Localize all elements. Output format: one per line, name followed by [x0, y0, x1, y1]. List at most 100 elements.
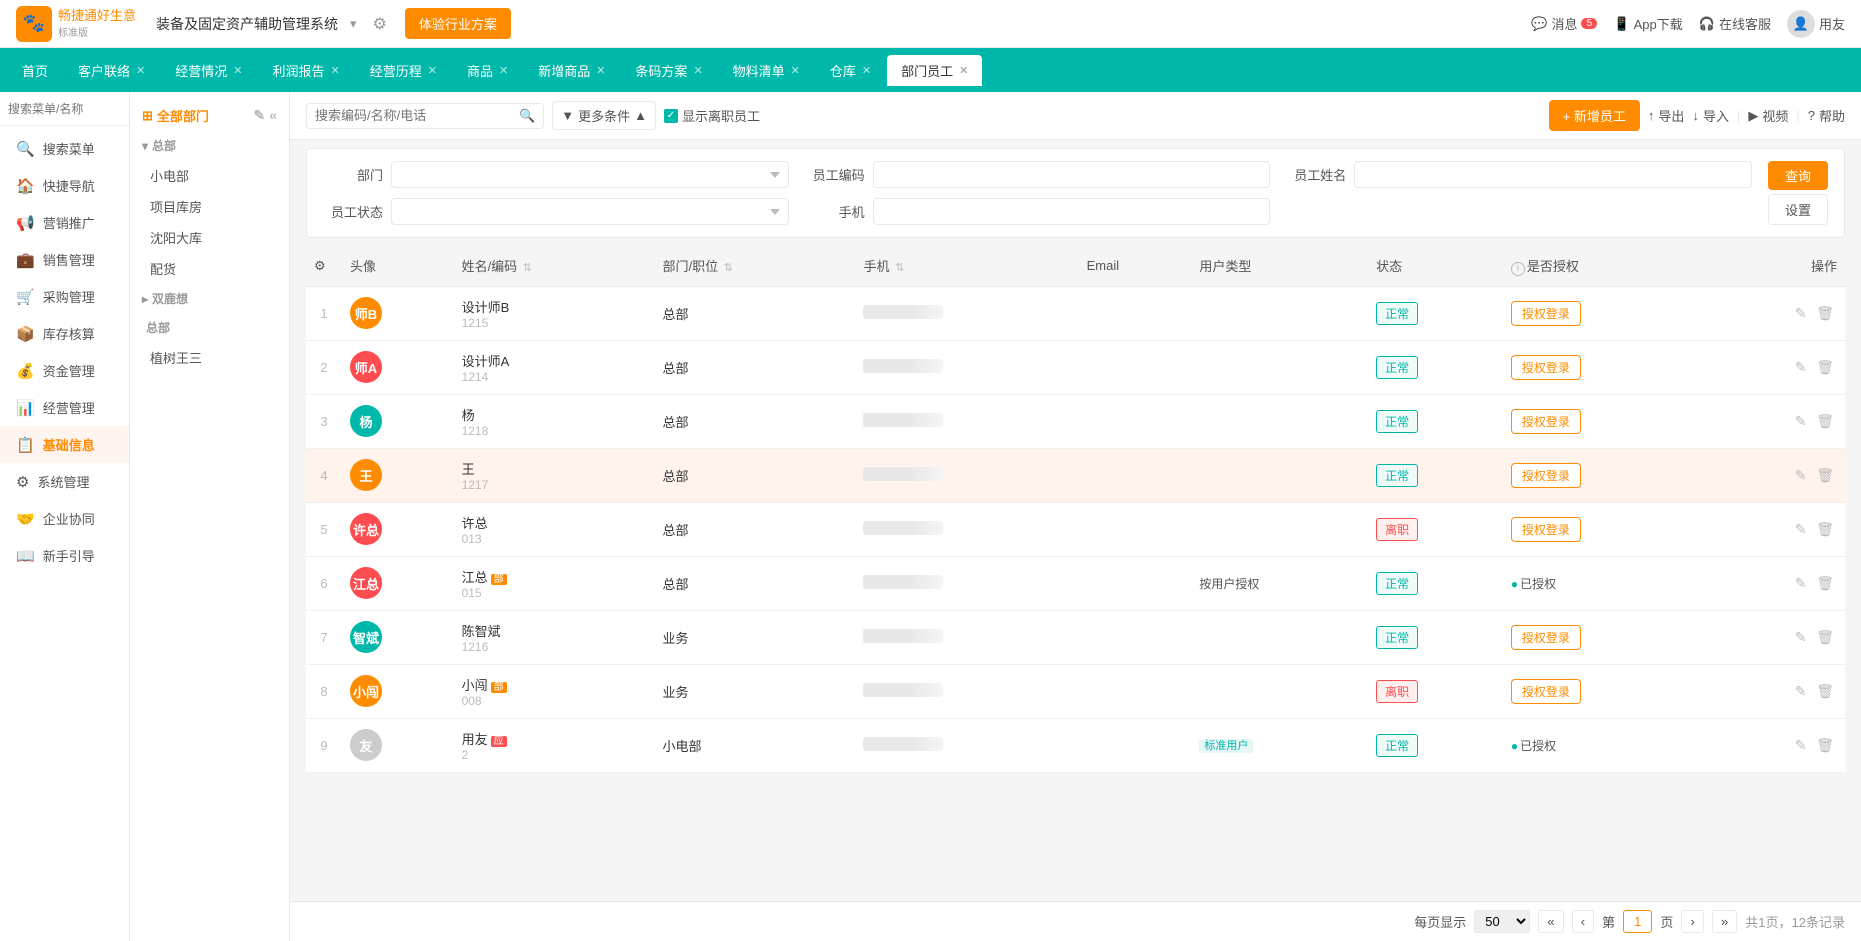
sort-dept-icon[interactable]: ⇅ — [724, 262, 733, 274]
auth-login-button[interactable]: 授权登录 — [1511, 409, 1581, 434]
sort-phone-icon[interactable]: ⇅ — [895, 262, 904, 274]
message-button[interactable]: 💬 消息 5 — [1531, 14, 1597, 33]
delete-button[interactable]: 🗑 — [1816, 629, 1834, 645]
close-icon[interactable]: ✕ — [136, 64, 145, 77]
try-industry-button[interactable]: 体验行业方案 — [405, 8, 511, 39]
close-icon[interactable]: ✕ — [499, 64, 508, 77]
auth-login-button[interactable]: 授权登录 — [1511, 301, 1581, 326]
gear-icon[interactable]: ⚙ — [373, 14, 387, 34]
sidebar-item-finance[interactable]: 💰资金管理 — [0, 352, 129, 389]
delete-button[interactable]: 🗑 — [1816, 413, 1834, 429]
sidebar-search-input[interactable] — [8, 102, 130, 116]
sidebar-item-system[interactable]: ⚙系统管理 — [0, 463, 129, 500]
sidebar-item-collab[interactable]: 🤝企业协同 — [0, 500, 129, 537]
dept-group-shuangluxiang[interactable]: ▸ 双鹿想 — [130, 284, 289, 313]
filter-code-input[interactable] — [873, 161, 1271, 188]
sidebar-item-search[interactable]: 🔍搜索菜单 — [0, 130, 129, 167]
delete-button[interactable]: 🗑 — [1816, 737, 1834, 753]
more-conditions-button[interactable]: ▼ 更多条件 ▲ — [552, 101, 656, 130]
edit-button[interactable]: ✎ — [1795, 467, 1807, 483]
support-button[interactable]: 🎧 在线客服 — [1699, 14, 1771, 33]
dept-item-xiangmu[interactable]: 项目库房 — [130, 191, 289, 222]
sidebar-item-quicknav[interactable]: 🏠快捷导航 — [0, 167, 129, 204]
dept-add-icon[interactable]: ✎ — [253, 107, 265, 124]
delete-button[interactable]: 🗑 — [1816, 359, 1834, 375]
user-menu[interactable]: 👤 用友 — [1787, 10, 1845, 38]
tab-home[interactable]: 首页 — [8, 55, 62, 86]
close-icon[interactable]: ✕ — [331, 64, 340, 77]
tab-bom[interactable]: 物料清单✕ — [719, 55, 814, 86]
edit-button[interactable]: ✎ — [1795, 575, 1807, 591]
delete-button[interactable]: 🗑 — [1816, 521, 1834, 537]
filter-phone-input[interactable] — [873, 198, 1271, 225]
sort-name-icon[interactable]: ⇅ — [523, 262, 532, 274]
show-resigned-checkbox[interactable]: ✓ 显示离职员工 — [664, 106, 760, 125]
tab-goods[interactable]: 商品✕ — [453, 55, 522, 86]
dept-item-xiaodibu[interactable]: 小电部 — [130, 160, 289, 191]
tab-warehouse[interactable]: 仓库✕ — [816, 55, 885, 86]
delete-button[interactable]: 🗑 — [1816, 305, 1834, 321]
auth-login-button[interactable]: 授权登录 — [1511, 517, 1581, 542]
add-employee-button[interactable]: + 新增员工 — [1549, 100, 1640, 131]
delete-button[interactable]: 🗑 — [1816, 575, 1834, 591]
close-icon[interactable]: ✕ — [693, 64, 702, 77]
edit-button[interactable]: ✎ — [1795, 629, 1807, 645]
edit-button[interactable]: ✎ — [1795, 413, 1807, 429]
query-button[interactable]: 查询 — [1768, 161, 1828, 190]
filter-name-input[interactable] — [1354, 161, 1752, 188]
sidebar-item-basic[interactable]: 📋基础信息 — [0, 426, 129, 463]
tab-operation[interactable]: 经营情况✕ — [161, 55, 256, 86]
tab-new-goods[interactable]: 新增商品✕ — [524, 55, 619, 86]
edit-button[interactable]: ✎ — [1795, 521, 1807, 537]
import-button[interactable]: ↓ 导入 — [1692, 106, 1729, 125]
tab-barcode[interactable]: 条码方案✕ — [621, 55, 716, 86]
dept-group-zongbu[interactable]: ▾ 总部 — [130, 131, 289, 160]
auth-login-button[interactable]: 授权登录 — [1511, 463, 1581, 488]
close-icon[interactable]: ✕ — [428, 64, 437, 77]
tab-department[interactable]: 部门员工✕ — [887, 55, 982, 86]
edit-button[interactable]: ✎ — [1795, 737, 1807, 753]
dept-collapse-icon[interactable]: « — [269, 107, 277, 124]
edit-button[interactable]: ✎ — [1795, 359, 1807, 375]
auth-login-button[interactable]: 授权登录 — [1511, 355, 1581, 380]
dept-item-zhishu[interactable]: 植树王三 — [130, 342, 289, 373]
view-button[interactable]: ▶ 视频 — [1748, 106, 1788, 125]
dept-item-peihuo[interactable]: 配货 — [130, 253, 289, 284]
title-dropdown-icon[interactable]: ▾ — [350, 16, 357, 32]
first-page-button[interactable]: « — [1538, 910, 1563, 933]
sidebar-item-guide[interactable]: 📖新手引导 — [0, 537, 129, 574]
tab-customer[interactable]: 客户联络✕ — [64, 55, 159, 86]
delete-button[interactable]: 🗑 — [1816, 683, 1834, 699]
help-button[interactable]: ? 帮助 — [1808, 106, 1845, 125]
auth-login-button[interactable]: 授权登录 — [1511, 679, 1581, 704]
close-icon[interactable]: ✕ — [596, 64, 605, 77]
delete-button[interactable]: 🗑 — [1816, 467, 1834, 483]
dept-item-shenyang[interactable]: 沈阳大库 — [130, 222, 289, 253]
close-icon[interactable]: ✕ — [862, 64, 871, 77]
filter-dept-select[interactable] — [391, 161, 789, 188]
sidebar-item-sales[interactable]: 💼销售管理 — [0, 241, 129, 278]
app-download-button[interactable]: 📱 App下载 — [1613, 14, 1682, 33]
sidebar-item-marketing[interactable]: 📢营销推广 — [0, 204, 129, 241]
last-page-button[interactable]: » — [1712, 910, 1737, 933]
tab-history[interactable]: 经营历程✕ — [356, 55, 451, 86]
sidebar-item-operations[interactable]: 📊经营管理 — [0, 389, 129, 426]
edit-button[interactable]: ✎ — [1795, 305, 1807, 321]
tab-profit[interactable]: 利润报告✕ — [258, 55, 353, 86]
prev-page-button[interactable]: ‹ — [1572, 910, 1594, 933]
set-button[interactable]: 设置 — [1768, 194, 1828, 225]
sidebar-item-inventory[interactable]: 📦库存核算 — [0, 315, 129, 352]
sidebar-item-purchase[interactable]: 🛒采购管理 — [0, 278, 129, 315]
close-icon[interactable]: ✕ — [233, 64, 242, 77]
filter-status-select[interactable] — [391, 198, 789, 225]
next-page-button[interactable]: › — [1681, 910, 1703, 933]
page-size-select[interactable]: 50100 — [1474, 910, 1530, 933]
search-input[interactable] — [315, 108, 515, 123]
auth-login-button[interactable]: 授权登录 — [1511, 625, 1581, 650]
close-icon[interactable]: ✕ — [791, 64, 800, 77]
col-settings[interactable]: ⚙ — [306, 246, 342, 286]
edit-button[interactable]: ✎ — [1795, 683, 1807, 699]
export-button[interactable]: ↑ 导出 — [1648, 106, 1685, 125]
dept-group-zongbu2[interactable]: 总部 — [130, 313, 289, 342]
close-icon[interactable]: ✕ — [959, 64, 968, 77]
